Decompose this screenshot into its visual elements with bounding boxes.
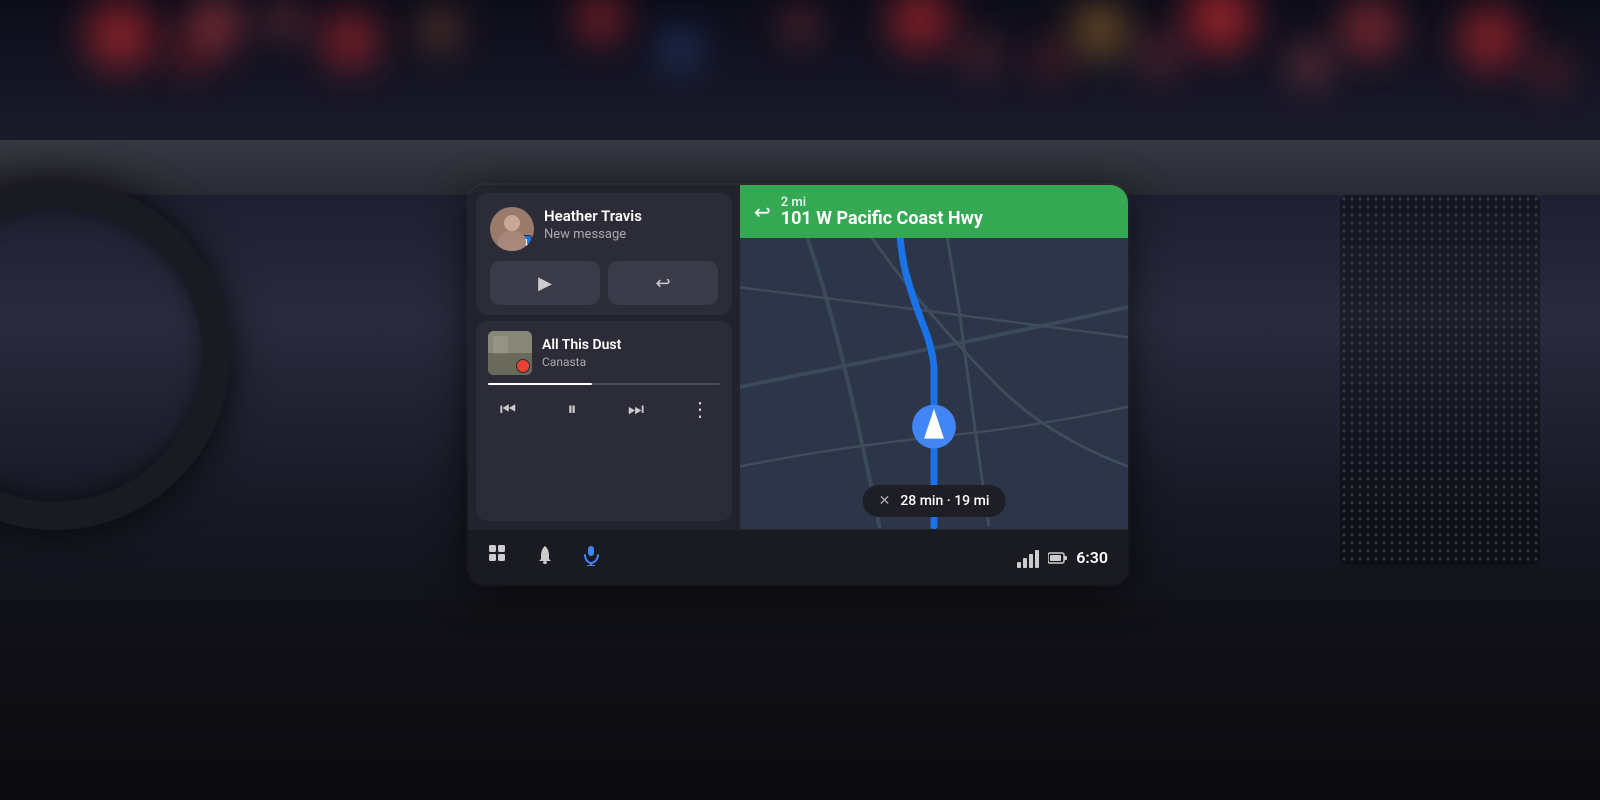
grid-icon-svg <box>488 544 510 566</box>
eta-bar: ✕ 28 min · 19 mi <box>863 485 1006 517</box>
play-button[interactable]: ▶ <box>490 261 600 305</box>
eta-info: 28 min · 19 mi <box>900 493 989 509</box>
next-track-button[interactable]: ⏭ <box>618 391 654 427</box>
messenger-badge <box>518 235 532 249</box>
track-artist: Canasta <box>542 355 720 369</box>
notification-card[interactable]: Heather Travis New message ▶ ↩ <box>476 193 732 315</box>
battery-icon <box>1048 550 1068 566</box>
pause-button[interactable]: ⏸ <box>554 391 590 427</box>
music-controls: ⏮ ⏸ ⏭ ⋮ <box>488 391 720 427</box>
speaker-dots <box>1340 195 1540 565</box>
speaker-grill <box>1340 195 1540 565</box>
next-icon: ⏭ <box>628 399 644 420</box>
navigation-header: ↩ 2 mi 101 W Pacific Coast Hwy <box>740 185 1128 238</box>
album-art <box>488 331 532 375</box>
messenger-icon <box>519 238 525 246</box>
message-type: New message <box>544 227 718 242</box>
microphone-icon[interactable] <box>580 544 602 572</box>
bell-icon-svg <box>534 544 556 566</box>
spotify-badge <box>516 359 530 373</box>
more-options-button[interactable]: ⋮ <box>682 391 718 427</box>
left-panel: Heather Travis New message ▶ ↩ <box>468 185 740 529</box>
pause-icon: ⏸ <box>568 399 577 420</box>
eta-close-button[interactable]: ✕ <box>879 493 891 509</box>
notification-text: Heather Travis New message <box>544 207 718 242</box>
clock-display: 6:30 <box>1076 548 1108 567</box>
music-card[interactable]: All This Dust Canasta ⏮ ⏸ ⏭ <box>476 321 732 521</box>
dashboard-lower <box>0 600 1600 800</box>
prev-track-button[interactable]: ⏮ <box>490 391 526 427</box>
notification-icon[interactable] <box>534 544 556 571</box>
nav-info: 2 mi 101 W Pacific Coast Hwy <box>781 195 983 228</box>
notification-header: Heather Travis New message <box>490 207 718 251</box>
prev-icon: ⏮ <box>500 399 516 420</box>
mic-icon-svg <box>580 544 602 566</box>
bottom-left-icons <box>488 544 1016 572</box>
screen-content: Heather Travis New message ▶ ↩ <box>468 185 1128 529</box>
notification-actions: ▶ ↩ <box>490 261 718 305</box>
eta-separator: · <box>947 493 954 509</box>
bottom-bar: 6:30 <box>468 529 1128 585</box>
bottom-right-status: 6:30 <box>1016 548 1108 568</box>
eta-distance: 19 mi <box>954 493 989 509</box>
track-title: All This Dust <box>542 337 720 354</box>
music-info: All This Dust Canasta <box>542 337 720 369</box>
music-progress-bar[interactable] <box>488 383 720 385</box>
more-icon: ⋮ <box>690 397 710 422</box>
signal-icon <box>1016 548 1040 568</box>
progress-fill <box>488 383 592 385</box>
map-panel[interactable]: ↩ 2 mi 101 W Pacific Coast Hwy ✕ 28 min … <box>740 185 1128 529</box>
music-header: All This Dust Canasta <box>488 331 720 375</box>
contact-avatar <box>490 207 534 251</box>
nav-street: 101 W Pacific Coast Hwy <box>781 210 983 228</box>
android-auto-screen: Heather Travis New message ▶ ↩ <box>468 185 1128 585</box>
apps-icon[interactable] <box>488 544 510 571</box>
reply-icon: ↩ <box>655 273 670 294</box>
reply-button[interactable]: ↩ <box>608 261 718 305</box>
turn-arrow-icon: ↩ <box>754 200 771 224</box>
contact-name: Heather Travis <box>544 207 718 225</box>
eta-time: 28 min <box>900 493 943 509</box>
play-icon: ▶ <box>538 273 552 294</box>
